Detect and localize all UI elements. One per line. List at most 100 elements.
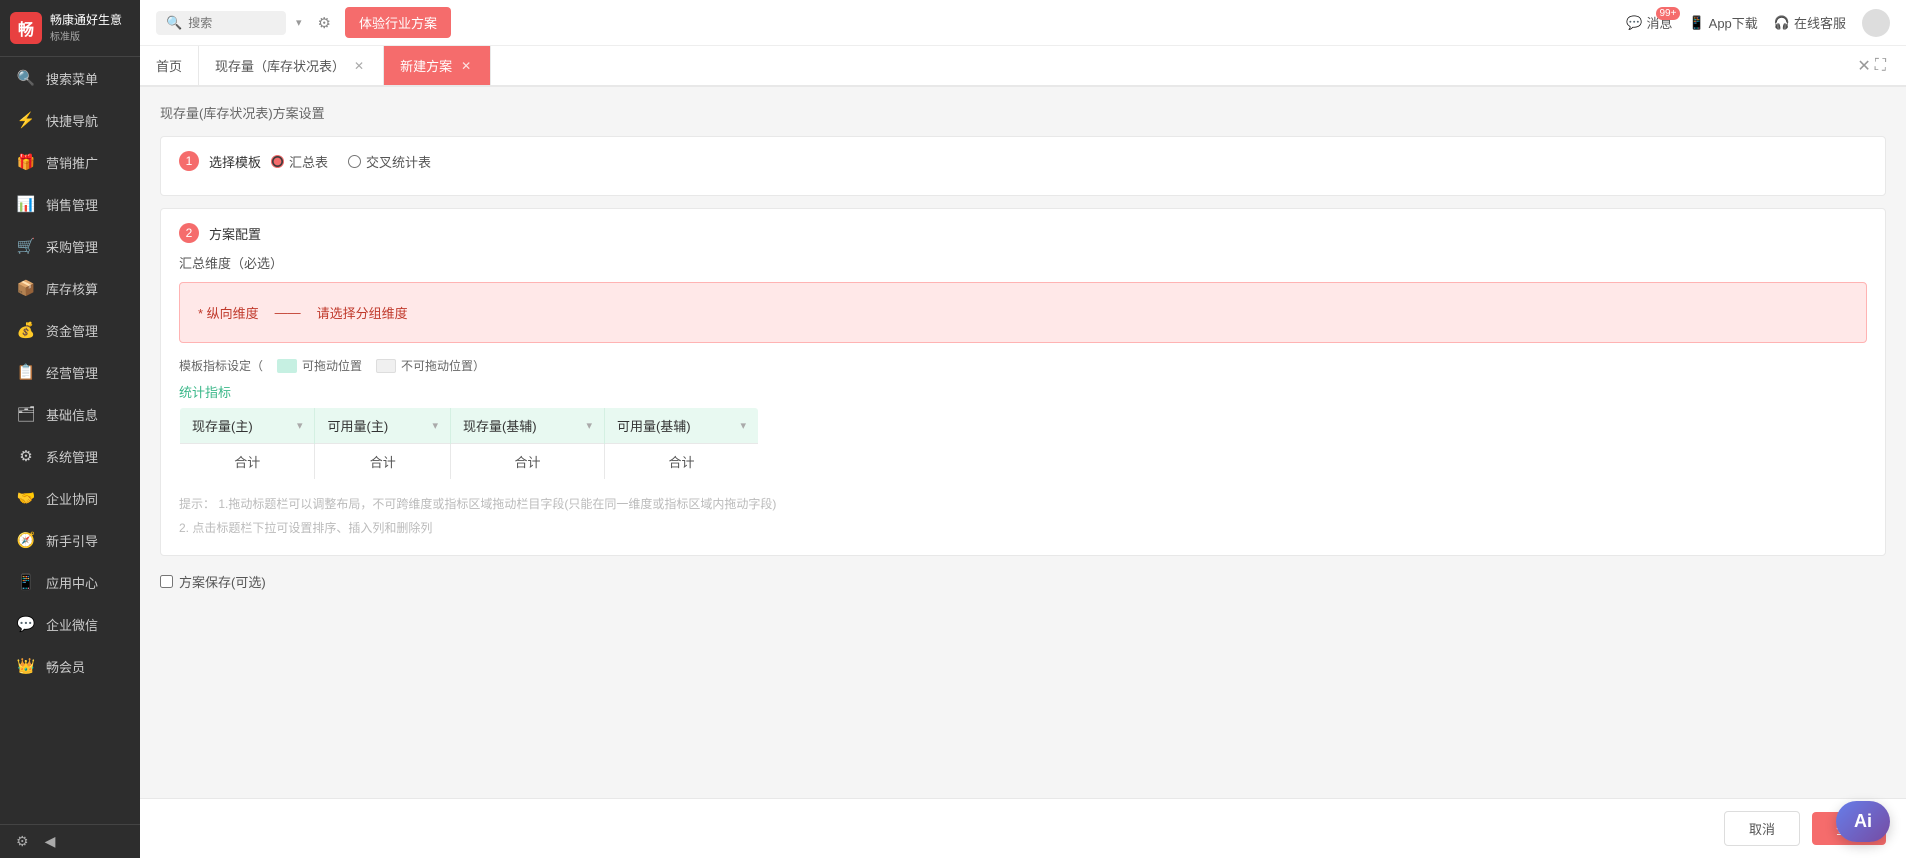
- sidebar-item-sales[interactable]: 📊 销售管理: [0, 183, 140, 225]
- panel-close-btn[interactable]: ✕: [1857, 56, 1870, 76]
- inventory-tab-label: 现存量（库存状况表）: [215, 56, 345, 75]
- panel-expand-btn[interactable]: ⛶: [1875, 57, 1886, 75]
- th-available-main[interactable]: 可用量(主) ▾: [315, 408, 450, 444]
- sidebar-item-search-menu[interactable]: 🔍 搜索菜单: [0, 57, 140, 99]
- main-area: 🔍 ▾ ⚙ 体验行业方案 💬 消息 99+ 📱 App下载 🎧 在线客服: [140, 0, 1906, 858]
- tab-inventory[interactable]: 现存量（库存状况表） ✕: [199, 46, 384, 85]
- dim-placeholder[interactable]: 请选择分组维度: [317, 303, 408, 322]
- sidebar-item-marketing[interactable]: 🎁 营销推广: [0, 141, 140, 183]
- radio-summary-input[interactable]: [271, 155, 284, 168]
- bottom-bar: 取消 查询: [140, 798, 1906, 858]
- radio-summary-label: 汇总表: [289, 152, 328, 171]
- th-present-main-chevron[interactable]: ▾: [297, 419, 303, 432]
- th-available-aux-chevron[interactable]: ▾: [740, 419, 746, 432]
- app-download-icon: 📱: [1688, 15, 1704, 31]
- app-download-btn[interactable]: 📱 App下载: [1688, 13, 1757, 32]
- sidebar-item-system[interactable]: ⚙ 系统管理: [0, 435, 140, 477]
- template-radio-group: 汇总表 交叉统计表: [271, 152, 431, 171]
- sidebar-item-basic-info[interactable]: 🗂 基础信息: [0, 393, 140, 435]
- new-scheme-close[interactable]: ✕: [458, 58, 474, 74]
- sidebar-item-app-center[interactable]: 📱 应用中心: [0, 561, 140, 603]
- tab-new-scheme[interactable]: 新建方案 ✕: [384, 46, 491, 85]
- radio-cross-label: 交叉统计表: [366, 152, 431, 171]
- hint-box: 提示： 1.拖动标题栏可以调整布局，不可跨维度或指标区域拖动栏目字段(只能在同一…: [179, 494, 1867, 539]
- search-box[interactable]: 🔍: [156, 11, 286, 35]
- step1-section: 1 选择模板 汇总表 交叉统计表: [160, 136, 1886, 196]
- search-input[interactable]: [188, 16, 268, 30]
- th-present-main[interactable]: 现存量(主) ▾: [180, 408, 315, 444]
- th-available-main-chevron[interactable]: ▾: [432, 419, 438, 432]
- logo-info: 畅康通好生意 标准版: [50, 13, 122, 44]
- dim-separator: ——: [275, 305, 301, 320]
- collapse-icon[interactable]: ◀: [45, 833, 56, 850]
- online-service-btn[interactable]: 🎧 在线客服: [1774, 13, 1846, 32]
- cell-available-main: 合计: [315, 444, 450, 480]
- home-label: 首页: [156, 56, 182, 75]
- settings-icon[interactable]: ⚙: [16, 833, 29, 850]
- new-scheme-label: 新建方案: [400, 56, 452, 75]
- sidebar-item-purchase[interactable]: 🛒 采购管理: [0, 225, 140, 267]
- cell-present-aux: 合计: [450, 444, 604, 480]
- sidebar-label-quick-nav: 快捷导航: [46, 111, 98, 130]
- sidebar-item-finance[interactable]: 💰 资金管理: [0, 309, 140, 351]
- save-checkbox[interactable]: [160, 575, 173, 588]
- sidebar-item-operation[interactable]: 📋 经营管理: [0, 351, 140, 393]
- step1-number: 1: [179, 151, 199, 171]
- inventory-tab-close[interactable]: ✕: [351, 58, 367, 74]
- nondraggable-box: [376, 359, 396, 373]
- sidebar-item-inventory[interactable]: 📦 库存核算: [0, 267, 140, 309]
- sidebar-label-sales: 销售管理: [46, 195, 98, 214]
- radio-cross-input[interactable]: [348, 155, 361, 168]
- sidebar-label-app-center: 应用中心: [46, 573, 98, 592]
- message-icon: 💬: [1626, 15, 1642, 31]
- hint-1: 提示： 1.拖动标题栏可以调整布局，不可跨维度或指标区域拖动栏目字段(只能在同一…: [179, 494, 1867, 516]
- sidebar-icon-basic-info: 🗂: [16, 404, 36, 424]
- legend-nondraggable: 不可拖动位置）: [376, 357, 485, 374]
- cancel-button[interactable]: 取消: [1724, 811, 1800, 846]
- sidebar-item-member[interactable]: 👑 畅会员: [0, 645, 140, 687]
- logo-tag: 标准版: [50, 28, 122, 43]
- radio-summary[interactable]: 汇总表: [271, 152, 328, 171]
- app-logo: 畅 畅康通好生意 标准版: [0, 0, 140, 57]
- sidebar-item-wechat[interactable]: 💬 企业微信: [0, 603, 140, 645]
- stat-table: 现存量(主) ▾ 可用量(主) ▾ 现存量(基辅: [179, 407, 759, 480]
- sidebar-icon-purchase: 🛒: [16, 236, 36, 256]
- th-present-aux-chevron[interactable]: ▾: [586, 419, 592, 432]
- sidebar-label-system: 系统管理: [46, 447, 98, 466]
- step2-label: 方案配置: [209, 224, 261, 243]
- topbar-chevron-icon[interactable]: ▾: [296, 16, 302, 29]
- message-btn[interactable]: 💬 消息 99+: [1626, 13, 1672, 32]
- sidebar-label-inventory: 库存核算: [46, 279, 98, 298]
- sidebar-label-search-menu: 搜索菜单: [46, 69, 98, 88]
- sidebar-item-cooperation[interactable]: 🤝 企业协同: [0, 477, 140, 519]
- logo-name: 畅康通好生意: [50, 13, 122, 29]
- legend-draggable: 可拖动位置: [277, 357, 362, 374]
- tab-home[interactable]: 首页: [140, 46, 199, 85]
- th-available-aux[interactable]: 可用量(基辅) ▾: [604, 408, 758, 444]
- th-available-main-label: 可用量(主): [327, 416, 388, 435]
- radio-cross[interactable]: 交叉统计表: [348, 152, 431, 171]
- trial-btn[interactable]: 体验行业方案: [345, 7, 451, 38]
- ai-badge[interactable]: Ai: [1836, 801, 1890, 842]
- save-option: 方案保存(可选): [160, 572, 1886, 591]
- topbar-gear-icon[interactable]: ⚙: [318, 14, 331, 32]
- sidebar-icon-search-menu: 🔍: [16, 68, 36, 88]
- indicator-legend: 模板指标设定（ 可拖动位置 不可拖动位置）: [179, 357, 1867, 374]
- sidebar-bottom: ⚙ ◀: [0, 824, 140, 858]
- sidebar-item-quick-nav[interactable]: ⚡ 快捷导航: [0, 99, 140, 141]
- user-avatar[interactable]: [1862, 9, 1890, 37]
- sidebar-icon-app-center: 📱: [16, 572, 36, 592]
- vertical-dim-label: * 纵向维度: [198, 303, 259, 322]
- sidebar-icon-cooperation: 🤝: [16, 488, 36, 508]
- th-present-aux[interactable]: 现存量(基辅) ▾: [450, 408, 604, 444]
- sidebar-icon-operation: 📋: [16, 362, 36, 382]
- panel-controls: ✕ ⛶: [1845, 46, 1898, 86]
- draggable-box: [277, 359, 297, 373]
- step2-header: 2 方案配置: [179, 223, 1867, 243]
- sidebar-icon-finance: 💰: [16, 320, 36, 340]
- step2-section: 2 方案配置 汇总维度（必选） * 纵向维度 —— 请选择分组维度 模板指标设定…: [160, 208, 1886, 556]
- sidebar-label-marketing: 营销推广: [46, 153, 98, 172]
- online-service-label: 在线客服: [1794, 13, 1846, 32]
- sidebar-label-operation: 经营管理: [46, 363, 98, 382]
- sidebar-item-guide[interactable]: 🧭 新手引导: [0, 519, 140, 561]
